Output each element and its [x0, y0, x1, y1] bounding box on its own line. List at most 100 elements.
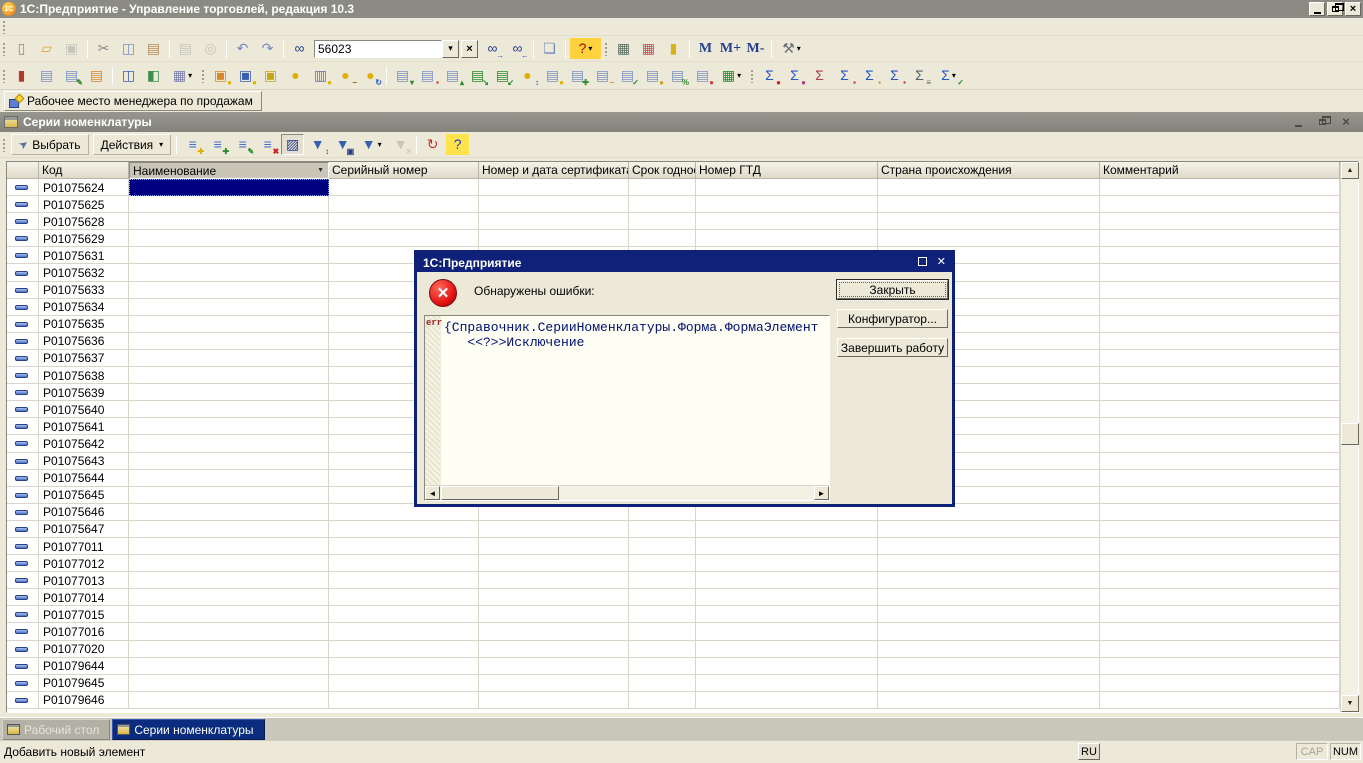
memory-add-button[interactable]: M+	[719, 38, 742, 59]
header-certificate[interactable]: Номер и дата сертификата	[479, 162, 629, 179]
header-name-sorted[interactable]: Наименование	[129, 162, 329, 179]
goods-receipt-button[interactable]: ▤ ↘	[466, 65, 489, 87]
clear-filter-button[interactable]: ▼ ✕	[389, 134, 412, 156]
coin-out-button[interactable]: ● −	[334, 65, 357, 87]
memory-recall-button[interactable]: M	[694, 38, 717, 59]
scroll-right-button[interactable]: ►	[814, 486, 829, 500]
report-sum-cash-button[interactable]: Σ ▪	[883, 65, 906, 87]
table-row[interactable]: P01075625	[7, 196, 1340, 214]
search-clear-button[interactable]: ×	[461, 39, 478, 58]
scroll-down-button[interactable]: ▼	[1341, 695, 1359, 712]
horizontal-scrollbar[interactable]: ◄ ►	[425, 485, 829, 500]
coin-exchange-button[interactable]: ● ↻	[359, 65, 382, 87]
retail-cart-button[interactable]: ▣	[259, 65, 282, 86]
close-button[interactable]: ×	[1345, 2, 1361, 16]
add-item-button[interactable]: ≡ ✚	[181, 134, 205, 156]
invoice-out-button[interactable]: ▤ ▾	[391, 65, 414, 87]
header-expiry[interactable]: Срок годнос...	[629, 162, 696, 179]
menu-item[interactable]	[137, 26, 153, 28]
toolbar-grip[interactable]	[2, 137, 6, 152]
interface-cabinet-button[interactable]: ▮	[10, 65, 33, 86]
table-row[interactable]: P01077011	[7, 537, 1340, 556]
report-sum-cube2-button[interactable]: Σ ▪	[858, 65, 881, 87]
edit-item-button[interactable]: ≡ ✎	[231, 134, 255, 156]
menu-item[interactable]	[41, 26, 57, 28]
toolbar-grip[interactable]	[2, 41, 6, 56]
print-fast-button[interactable]: ▤	[85, 65, 108, 86]
supplier-cart-button[interactable]: ▣ ●	[234, 65, 257, 87]
menubar-grip[interactable]	[2, 19, 6, 34]
help-button[interactable]: ?	[446, 134, 470, 155]
coins-button[interactable]: ●	[284, 65, 307, 86]
scrollbar-thumb[interactable]	[441, 486, 559, 500]
header-comment[interactable]: Комментарий	[1100, 162, 1340, 179]
doc-person-button[interactable]: ▤ ●	[691, 65, 714, 87]
report-sum-cube1-button[interactable]: Σ ▪	[833, 65, 856, 87]
search-dropdown-button[interactable]: ▾	[442, 39, 459, 58]
calendar-button[interactable]: ▦	[637, 38, 660, 59]
scroll-up-button[interactable]: ▲	[1341, 162, 1359, 179]
scroll-left-button[interactable]: ◄	[425, 486, 440, 500]
payments-button[interactable]: ◧	[142, 65, 165, 86]
help-1c-button[interactable]: ?	[570, 38, 601, 59]
open-file-button[interactable]: ▱	[35, 38, 58, 59]
table-row[interactable]: P01077015	[7, 606, 1340, 624]
scrollbar-thumb[interactable]	[1341, 423, 1359, 445]
toolbar-grip[interactable]	[2, 68, 6, 83]
window-tab[interactable]: Рабочий стол	[2, 719, 111, 740]
restore-button[interactable]	[1327, 2, 1344, 16]
header-country[interactable]: Страна происхождения	[878, 162, 1100, 179]
dialog-button[interactable]: Закрыть	[836, 279, 949, 300]
actions-menu-button[interactable]: Действия	[92, 134, 172, 155]
toolbar-grip[interactable]	[750, 68, 754, 83]
coins-cycle-button[interactable]: ● ↕	[516, 65, 539, 87]
doc-money-button[interactable]: ▤ ●	[541, 65, 564, 87]
filter-by-value-button[interactable]: ▼ ▣	[331, 134, 354, 156]
report-sum-person3-button[interactable]: Σ	[808, 65, 831, 86]
menu-item[interactable]	[9, 26, 25, 28]
table-row[interactable]: P01077016	[7, 623, 1340, 641]
header-icon-column[interactable]	[7, 162, 39, 179]
undo-button[interactable]: ↶	[231, 38, 254, 59]
sales-chart-button[interactable]: ▥ ●	[309, 65, 332, 87]
header-code[interactable]: Код	[39, 162, 129, 179]
sort-filter-button[interactable]: ▼ ↕	[306, 134, 329, 156]
print-document-button[interactable]: ▤	[35, 65, 58, 86]
window-tab[interactable]: Серии номенклатуры	[112, 719, 265, 740]
workspace-manager-button[interactable]: Рабочее место менеджера по продажам	[4, 91, 262, 111]
windows-cascade-button[interactable]: ❏	[538, 38, 561, 59]
plan-book-button[interactable]: ▦	[716, 65, 747, 86]
dialog-button[interactable]: Завершить работу	[837, 338, 948, 357]
print-settings-button[interactable]: ▤ ✎	[60, 65, 83, 87]
cash-register-button[interactable]: ▦	[167, 65, 198, 86]
dialog-button[interactable]: Конфигуратор...	[837, 309, 948, 328]
temporary-lock-button[interactable]: ▮	[662, 38, 685, 59]
deletion-mark-filter-toggle[interactable]: ▨	[281, 134, 305, 155]
table-row[interactable]: P01077012	[7, 555, 1340, 573]
menu-item[interactable]	[89, 26, 105, 28]
report-sum-person2-button[interactable]: Σ ●	[783, 65, 806, 87]
refresh-button[interactable]: ↻	[421, 134, 444, 155]
table-row[interactable]: P01075629	[7, 230, 1340, 248]
child-minimize-button[interactable]	[1291, 115, 1305, 129]
partners-button[interactable]: ◫	[117, 65, 140, 86]
doc-percent-button[interactable]: ▤%	[666, 65, 689, 87]
header-gtd-number[interactable]: Номер ГТД	[696, 162, 878, 179]
minimize-button[interactable]	[1309, 2, 1325, 16]
selected-cell[interactable]	[129, 179, 329, 196]
menu-item[interactable]	[73, 26, 89, 28]
find-next-button[interactable]: ∞ →	[481, 38, 505, 60]
menu-item[interactable]	[121, 26, 137, 28]
doc-coins-button[interactable]: ▤ ●	[641, 65, 664, 87]
report-sum-person1-button[interactable]: Σ ●	[758, 65, 781, 87]
select-button[interactable]: ➤ Выбрать	[11, 134, 89, 155]
find-previous-button[interactable]: ∞ ←	[506, 38, 530, 60]
report-sum-check-button[interactable]: Σ ✓	[933, 65, 964, 87]
vertical-scrollbar[interactable]: ▲ ▼	[1340, 162, 1359, 712]
goods-issue-button[interactable]: ▤ ↙	[491, 65, 514, 87]
menu-item[interactable]	[105, 26, 121, 28]
new-document-button[interactable]: ▯	[10, 38, 33, 59]
calculator-button[interactable]: ▦	[612, 38, 635, 59]
memory-subtract-button[interactable]: M-	[744, 38, 767, 59]
search-input[interactable]	[314, 39, 442, 58]
